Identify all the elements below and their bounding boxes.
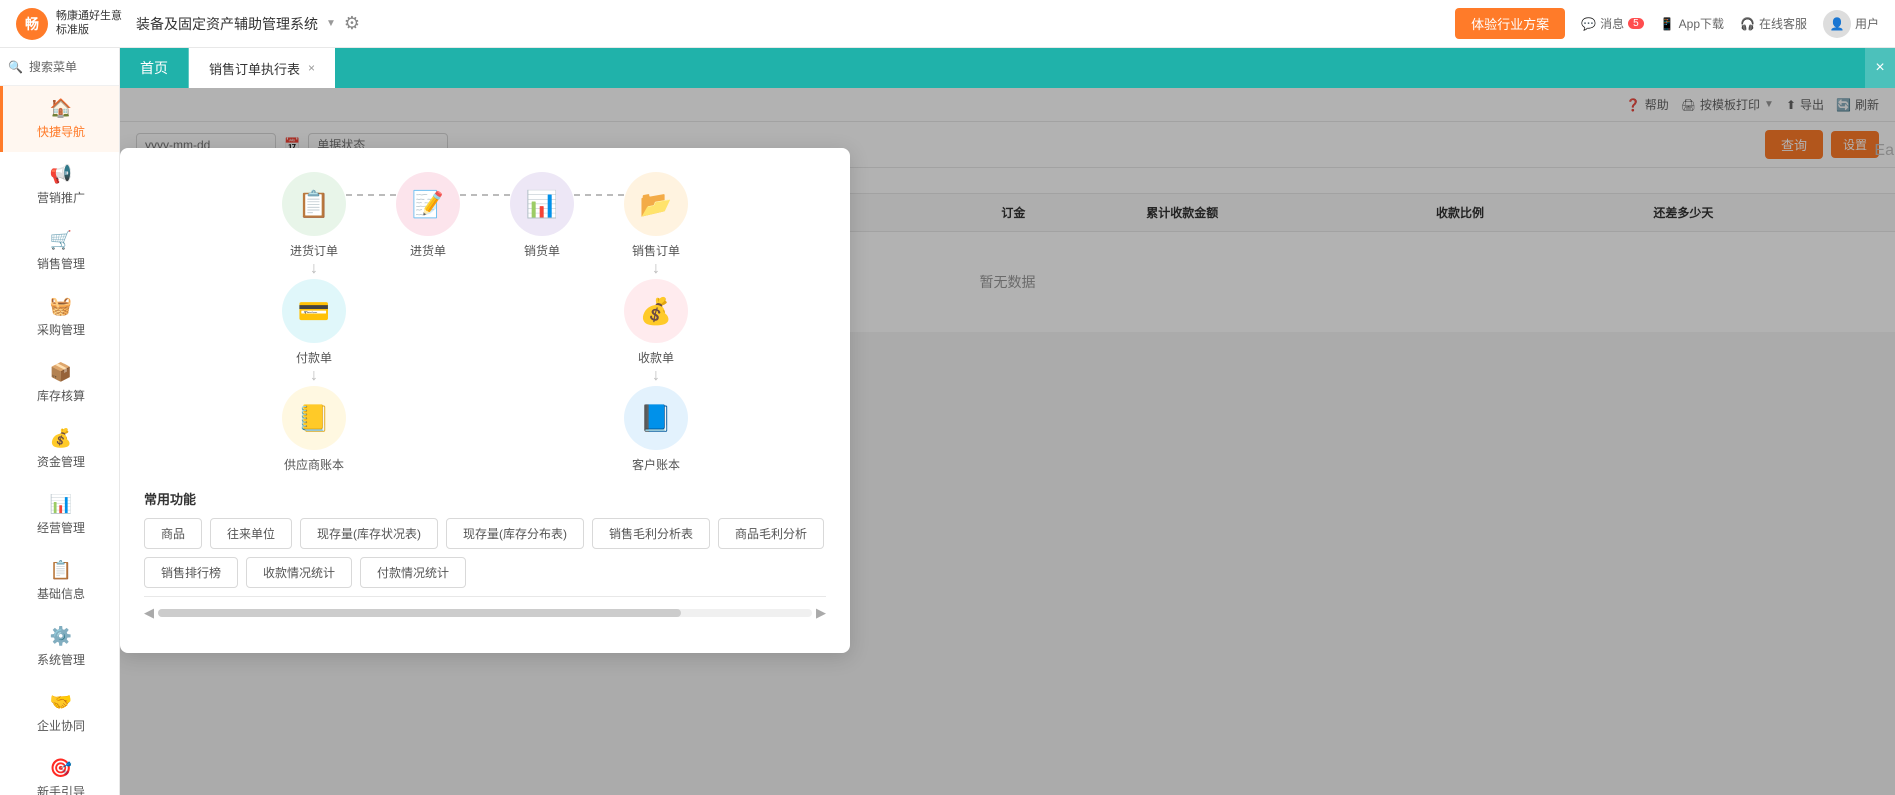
sidebar-item-basics[interactable]: 📋 基础信息 — [0, 548, 119, 614]
app-download-btn[interactable]: 📱 App下载 — [1660, 15, 1724, 32]
operations-icon: 📊 — [50, 494, 72, 515]
func-btn-stock-status[interactable]: 现存量(库存状况表) — [300, 518, 438, 549]
sales-icon: 🛒 — [50, 230, 72, 251]
common-func-title: 常用功能 — [144, 489, 826, 508]
app-container: 畅 畅康通好生意 标准版 装备及固定资产辅助管理系统 ▼ ⚙ 体验行业方案 💬 … — [0, 0, 1895, 795]
func-btn-sales-rank[interactable]: 销售排行榜 — [144, 557, 238, 588]
top-bar-center: 装备及固定资产辅助管理系统 ▼ ⚙ — [136, 13, 1455, 34]
settings-icon[interactable]: ⚙ — [344, 13, 360, 34]
main-layout: 🔍 搜索菜单 🏠 快捷导航 📢 营销推广 🛒 销售管理 🧺 采购管理 📦 — [0, 48, 1895, 795]
content-area: 首页 销售订单执行表 × × ❓ 帮助 — [120, 48, 1895, 795]
top-bar-actions: 体验行业方案 💬 消息 5 📱 App下载 🎧 在线客服 👤 用户 — [1455, 8, 1879, 39]
logo-area: 畅 畅康通好生意 标准版 — [16, 8, 136, 40]
search-menu[interactable]: 🔍 搜索菜单 — [0, 48, 119, 86]
sidebar-item-sales[interactable]: 🛒 销售管理 — [0, 218, 119, 284]
message-icon: 💬 — [1581, 17, 1596, 31]
experience-btn[interactable]: 体验行业方案 — [1455, 8, 1565, 39]
scroll-left-arrow[interactable]: ◀ — [144, 605, 154, 621]
func-btn-receipt-stats[interactable]: 收款情况统计 — [246, 557, 352, 588]
overlay[interactable]: 📋进货订单↓💳付款单↓📒供应商账本📝进货单📊销货单📂销售订单↓💰收款单↓📘客户账… — [120, 88, 1895, 795]
tab-home[interactable]: 首页 — [120, 48, 189, 88]
finance-icon: 💰 — [50, 428, 72, 449]
scroll-right-arrow[interactable]: ▶ — [816, 605, 826, 621]
page-content: ❓ 帮助 🖨 按模板打印 ▼ ⬆ 导出 🔄 刷新 — [120, 88, 1895, 795]
purchase-icon: 🧺 — [50, 296, 72, 317]
sidebar-item-guide[interactable]: 🎯 新手引导 — [0, 746, 119, 795]
search-icon: 🔍 — [8, 60, 23, 74]
sidebar-item-system[interactable]: ⚙️ 系统管理 — [0, 614, 119, 680]
func-btn-group-1: 商品 往来单位 现存量(库存状况表) 现存量(库存分布表) 销售毛利分析表 商品… — [144, 518, 826, 549]
sidebar-item-inventory[interactable]: 📦 库存核算 — [0, 350, 119, 416]
tab-sales-order[interactable]: 销售订单执行表 × — [189, 48, 335, 88]
func-btn-product-profit[interactable]: 商品毛利分析 — [718, 518, 824, 549]
quick-nav-icon: 🏠 — [50, 98, 72, 119]
close-content-icon[interactable]: × — [1865, 48, 1895, 88]
service-icon: 🎧 — [1740, 17, 1755, 31]
message-btn[interactable]: 💬 消息 5 — [1581, 15, 1644, 32]
basics-icon: 📋 — [50, 560, 72, 581]
download-icon: 📱 — [1660, 17, 1675, 31]
func-btn-sales-profit[interactable]: 销售毛利分析表 — [592, 518, 710, 549]
system-icon: ⚙️ — [50, 626, 72, 647]
sidebar-item-purchase[interactable]: 🧺 采购管理 — [0, 284, 119, 350]
sidebar-item-operations[interactable]: 📊 经营管理 — [0, 482, 119, 548]
inventory-icon: 📦 — [50, 362, 72, 383]
sidebar-item-quick-nav[interactable]: 🏠 快捷导航 — [0, 86, 119, 152]
func-btn-stock-dist[interactable]: 现存量(库存分布表) — [446, 518, 584, 549]
online-service-btn[interactable]: 🎧 在线客服 — [1740, 15, 1807, 32]
logo-icon: 畅 — [16, 8, 48, 40]
func-btn-group-2: 销售排行榜 收款情况统计 付款情况统计 — [144, 557, 826, 588]
tab-bar: 首页 销售订单执行表 × × — [120, 48, 1895, 88]
sidebar-item-finance[interactable]: 💰 资金管理 — [0, 416, 119, 482]
avatar: 👤 — [1823, 10, 1851, 38]
system-title: 装备及固定资产辅助管理系统 — [136, 14, 318, 34]
marketing-icon: 📢 — [50, 164, 72, 185]
scroll-track[interactable] — [158, 609, 812, 617]
logo-text: 畅康通好生意 标准版 — [56, 10, 122, 36]
scroll-area: ◀ ▶ — [144, 596, 826, 629]
func-btn-payment-stats[interactable]: 付款情况统计 — [360, 557, 466, 588]
flow-diagram: 📋进货订单↓💳付款单↓📒供应商账本📝进货单📊销货单📂销售订单↓💰收款单↓📘客户账… — [144, 172, 826, 473]
guide-icon: 🎯 — [50, 758, 72, 779]
scroll-thumb — [158, 609, 681, 617]
cooperation-icon: 🤝 — [50, 692, 72, 713]
sidebar: 🔍 搜索菜单 🏠 快捷导航 📢 营销推广 🛒 销售管理 🧺 采购管理 📦 — [0, 48, 120, 795]
sidebar-item-marketing[interactable]: 📢 营销推广 — [0, 152, 119, 218]
tab-close-icon[interactable]: × — [308, 61, 315, 75]
sidebar-item-cooperation[interactable]: 🤝 企业协同 — [0, 680, 119, 746]
func-btn-partner[interactable]: 往来单位 — [210, 518, 292, 549]
user-btn[interactable]: 👤 用户 — [1823, 10, 1879, 38]
quick-nav-modal: 📋进货订单↓💳付款单↓📒供应商账本📝进货单📊销货单📂销售订单↓💰收款单↓📘客户账… — [120, 148, 850, 653]
top-bar: 畅 畅康通好生意 标准版 装备及固定资产辅助管理系统 ▼ ⚙ 体验行业方案 💬 … — [0, 0, 1895, 48]
func-btn-product[interactable]: 商品 — [144, 518, 202, 549]
system-dropdown-icon[interactable]: ▼ — [326, 18, 336, 29]
common-functions: 常用功能 商品 往来单位 现存量(库存状况表) 现存量(库存分布表) 销售毛利分… — [144, 489, 826, 588]
